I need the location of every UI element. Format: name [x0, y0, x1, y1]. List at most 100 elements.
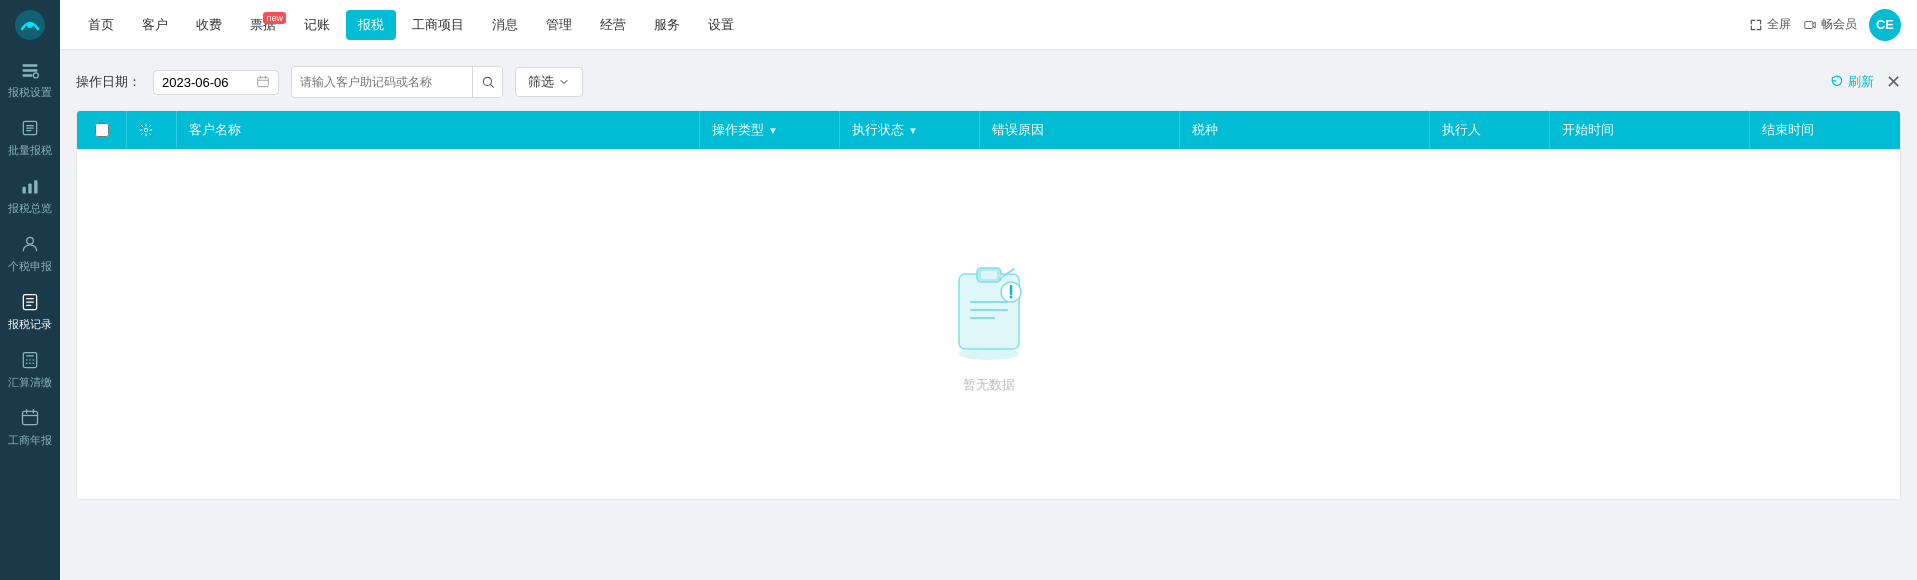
nav-invoice[interactable]: 票据 new [238, 10, 288, 40]
nav-billing[interactable]: 收费 [184, 10, 234, 40]
svg-rect-2 [23, 64, 38, 67]
sidebar-item-label: 报税总览 [8, 201, 52, 216]
svg-rect-8 [28, 184, 31, 194]
sidebar-item-tax-settings[interactable]: 报税设置 [0, 50, 60, 108]
toolbar: 操作日期： 筛选 刷新 ✕ [76, 66, 1901, 98]
sidebar-item-label: 批量报税 [8, 143, 52, 158]
table-header: 客户名称 操作类型 ▼ 执行状态 ▼ 错误原因 税种 执行人 开始时间 结束时间 [77, 111, 1900, 149]
svg-point-14 [29, 359, 31, 361]
nav-customer[interactable]: 客户 [130, 10, 180, 40]
user-avatar[interactable]: CE [1869, 9, 1901, 41]
summary-icon [18, 174, 42, 198]
sort-icon: ▼ [768, 125, 778, 136]
topnav-right-area: 全屏 畅会员 CE [1749, 9, 1901, 41]
th-gear[interactable] [127, 111, 177, 149]
th-end-time: 结束时间 [1750, 111, 1900, 149]
fullscreen-button[interactable]: 全屏 [1749, 16, 1791, 33]
th-start-time: 开始时间 [1550, 111, 1750, 149]
svg-point-18 [33, 363, 35, 365]
svg-rect-19 [23, 411, 38, 424]
svg-point-5 [33, 73, 38, 78]
calc-icon [18, 348, 42, 372]
date-input[interactable] [162, 75, 252, 90]
svg-point-23 [144, 128, 148, 132]
sidebar-item-tax-records[interactable]: 报税记录 [0, 282, 60, 340]
nav-tax[interactable]: 报税 [346, 10, 396, 40]
th-operation-type[interactable]: 操作类型 ▼ [700, 111, 840, 149]
sidebar-item-label: 报税设置 [8, 85, 52, 100]
fullscreen-label: 全屏 [1767, 16, 1791, 33]
search-wrap [291, 66, 503, 98]
settings-icon [18, 58, 42, 82]
search-input[interactable] [292, 70, 472, 94]
nav-accounts[interactable]: 记账 [292, 10, 342, 40]
sidebar-logo [0, 0, 60, 50]
svg-point-33 [1009, 296, 1012, 299]
th-checkbox[interactable] [77, 111, 127, 149]
member-label: 畅会员 [1821, 16, 1857, 33]
close-button[interactable]: ✕ [1886, 73, 1901, 91]
sidebar-item-tax-summary[interactable]: 报税总览 [0, 166, 60, 224]
svg-rect-9 [34, 180, 37, 193]
nav-home[interactable]: 首页 [76, 10, 126, 40]
select-all-checkbox[interactable] [95, 123, 109, 137]
svg-rect-3 [23, 69, 38, 72]
th-error-reason: 错误原因 [980, 111, 1180, 149]
sidebar-item-personal-tax[interactable]: 个税申报 [0, 224, 60, 282]
svg-point-16 [26, 363, 28, 365]
svg-rect-21 [258, 77, 269, 86]
nav-operation[interactable]: 经营 [588, 10, 638, 40]
person-icon [18, 232, 42, 256]
nav-settings[interactable]: 设置 [696, 10, 746, 40]
sidebar-item-label: 工商年报 [8, 433, 52, 448]
search-icon [481, 75, 495, 89]
svg-point-10 [27, 237, 34, 244]
search-button[interactable] [472, 67, 502, 97]
sidebar-item-label: 个税申报 [8, 259, 52, 274]
sidebar-item-label: 报税记录 [8, 317, 52, 332]
batch-icon [18, 116, 42, 140]
th-exec-status[interactable]: 执行状态 ▼ [840, 111, 980, 149]
svg-point-13 [26, 359, 28, 361]
refresh-label: 刷新 [1848, 73, 1874, 91]
nav-services[interactable]: 服务 [642, 10, 692, 40]
filter-button[interactable]: 筛选 [515, 67, 583, 97]
main-area: 首页 客户 收费 票据 new 记账 报税 工商项目 消息 管理 经营 服务 设… [60, 0, 1917, 580]
nav-management[interactable]: 管理 [534, 10, 584, 40]
th-customer-name: 客户名称 [177, 111, 700, 149]
annual-icon [18, 406, 42, 430]
calendar-icon [256, 75, 270, 89]
sidebar-item-calculate-tax[interactable]: 汇算清缴 [0, 340, 60, 398]
video-icon [1803, 18, 1817, 32]
refresh-icon [1830, 75, 1844, 89]
empty-text: 暂无数据 [963, 376, 1015, 394]
data-table: 客户名称 操作类型 ▼ 执行状态 ▼ 错误原因 税种 执行人 开始时间 结束时间 [76, 110, 1901, 500]
svg-point-17 [29, 363, 31, 365]
fullscreen-icon [1749, 18, 1763, 32]
nav-items: 首页 客户 收费 票据 new 记账 报税 工商项目 消息 管理 经营 服务 设… [76, 10, 1749, 40]
gear-icon [139, 123, 153, 137]
sidebar-item-annual-report[interactable]: 工商年报 [0, 398, 60, 456]
chevron-down-icon [558, 76, 570, 88]
svg-rect-20 [1805, 21, 1813, 28]
member-button[interactable]: 畅会员 [1803, 16, 1857, 33]
refresh-button[interactable]: 刷新 [1830, 73, 1874, 91]
nav-messages[interactable]: 消息 [480, 10, 530, 40]
th-executor: 执行人 [1430, 111, 1550, 149]
empty-state: 暂无数据 [899, 214, 1079, 434]
svg-rect-7 [23, 187, 26, 194]
page-content: 操作日期： 筛选 刷新 ✕ [60, 50, 1917, 580]
nav-business[interactable]: 工商项目 [400, 10, 476, 40]
th-tax-type: 税种 [1180, 111, 1430, 149]
date-picker[interactable] [153, 70, 279, 95]
sidebar-item-label: 汇算清缴 [8, 375, 52, 390]
svg-point-15 [33, 359, 35, 361]
top-navigation: 首页 客户 收费 票据 new 记账 报税 工商项目 消息 管理 经营 服务 设… [60, 0, 1917, 50]
record-icon [18, 290, 42, 314]
table-body: 暂无数据 [77, 149, 1900, 499]
new-badge: new [263, 12, 286, 25]
svg-point-24 [959, 348, 1019, 360]
svg-point-1 [27, 22, 33, 28]
sidebar-item-batch-tax[interactable]: 批量报税 [0, 108, 60, 166]
sidebar: 报税设置 批量报税 报税总览 个税申报 报税记录 汇算清缴 工商 [0, 0, 60, 580]
